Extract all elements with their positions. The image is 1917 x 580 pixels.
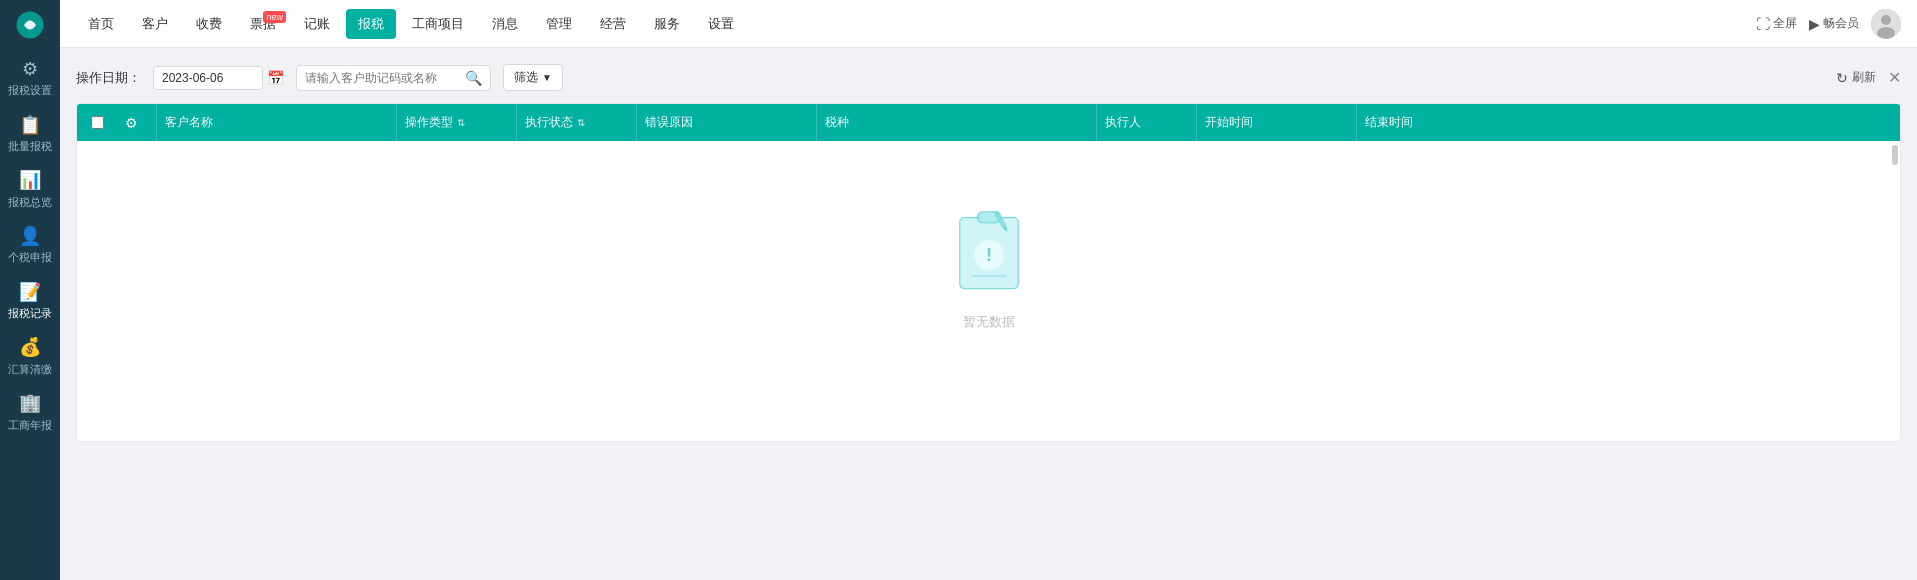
svg-point-2 (1881, 15, 1891, 25)
person-tax-icon: 👤 (19, 225, 41, 248)
topnav-right: ⛶ 全屏 ▶ 畅会员 (1756, 9, 1901, 39)
nav-shoufei[interactable]: 收费 (184, 9, 234, 39)
main-content: 首页 客户 收费 票据 new 记账 报税 工商项目 消息 管理 经营 服务 设… (60, 0, 1917, 580)
sidebar-item-baoshui-shezhi[interactable]: ⚙ 报税设置 (0, 50, 60, 106)
nav-xiaoxi[interactable]: 消息 (480, 9, 530, 39)
topnav: 首页 客户 收费 票据 new 记账 报税 工商项目 消息 管理 经营 服务 设… (60, 0, 1917, 48)
nav-baoshui[interactable]: 报税 (346, 9, 396, 39)
close-button[interactable]: ✕ (1888, 70, 1901, 86)
date-input[interactable] (153, 66, 263, 90)
th-tax-type: 税种 (817, 104, 1097, 141)
search-button[interactable]: 🔍 (457, 66, 490, 90)
chevron-down-icon: ▼ (542, 72, 552, 83)
svg-point-3 (1877, 27, 1895, 39)
select-all-checkbox[interactable] (91, 116, 104, 129)
video-icon: ▶ (1809, 16, 1820, 32)
th-operation-type: 操作类型 ⇅ (397, 104, 517, 141)
settings-icon: ⚙ (22, 58, 38, 81)
annual-report-icon: 🏢 (19, 392, 41, 415)
empty-illustration: ! (939, 201, 1039, 301)
refresh-icon: ↻ (1836, 70, 1848, 86)
overview-icon: 📊 (19, 169, 41, 192)
th-error-reason: 错误原因 (637, 104, 817, 141)
th-settings[interactable]: ⚙ (117, 104, 157, 141)
nav-fuwu[interactable]: 服务 (642, 9, 692, 39)
th-executor: 执行人 (1097, 104, 1197, 141)
member-button[interactable]: ▶ 畅会员 (1809, 15, 1859, 32)
fullscreen-button[interactable]: ⛶ 全屏 (1756, 15, 1797, 32)
th-customer-name: 客户名称 (157, 104, 397, 141)
sort-icon-status: ⇅ (577, 117, 585, 128)
nav-jizhang[interactable]: 记账 (292, 9, 342, 39)
table-body: ! 暂无数据 (77, 141, 1900, 441)
page-body: 操作日期： 📅 🔍 筛选 ▼ ↻ 刷新 ✕ (60, 48, 1917, 580)
sidebar-logo (0, 0, 60, 50)
filter-bar: 操作日期： 📅 🔍 筛选 ▼ ↻ 刷新 ✕ (76, 64, 1901, 91)
refresh-button[interactable]: ↻ 刷新 (1836, 69, 1876, 86)
sidebar-item-baoshui-zonlan[interactable]: 📊 报税总览 (0, 161, 60, 217)
th-checkbox[interactable] (77, 104, 117, 141)
calendar-icon[interactable]: 📅 (267, 70, 284, 86)
content-area: 操作日期： 📅 🔍 筛选 ▼ ↻ 刷新 ✕ (60, 48, 1917, 580)
nav-piaoju[interactable]: 票据 new (238, 9, 288, 39)
search-wrap: 🔍 (296, 65, 491, 91)
search-input[interactable] (297, 67, 457, 89)
nav-jingying[interactable]: 经营 (588, 9, 638, 39)
date-input-wrap: 📅 (153, 66, 284, 90)
nav-gongshang-xiangmu[interactable]: 工商项目 (400, 9, 476, 39)
nav-kehu[interactable]: 客户 (130, 9, 180, 39)
table-container: ⚙ 客户名称 操作类型 ⇅ 执行状态 ⇅ 错误原因 (76, 103, 1901, 442)
th-exec-status: 执行状态 ⇅ (517, 104, 637, 141)
nav-shouye[interactable]: 首页 (76, 9, 126, 39)
sort-icon-operation: ⇅ (457, 117, 465, 128)
nav-guanli[interactable]: 管理 (534, 9, 584, 39)
column-settings-icon[interactable]: ⚙ (125, 115, 138, 131)
sidebar-item-geshuishenba[interactable]: 👤 个税申报 (0, 217, 60, 273)
date-label: 操作日期： (76, 69, 141, 87)
batch-tax-icon: 📋 (19, 114, 41, 137)
empty-text: 暂无数据 (963, 313, 1015, 331)
settlement-icon: 💰 (19, 336, 41, 359)
table-header: ⚙ 客户名称 操作类型 ⇅ 执行状态 ⇅ 错误原因 (77, 104, 1900, 141)
sidebar-item-baoshui-jilu[interactable]: 📝 报税记录 (0, 273, 60, 329)
th-end-time: 结束时间 (1357, 104, 1517, 141)
th-start-time: 开始时间 (1197, 104, 1357, 141)
svg-text:!: ! (985, 244, 991, 265)
scrollbar-vertical[interactable] (1892, 145, 1898, 165)
sidebar: ⚙ 报税设置 📋 批量报税 📊 报税总览 👤 个税申报 📝 报税记录 💰 汇算清… (0, 0, 60, 580)
nav-shezhi[interactable]: 设置 (696, 9, 746, 39)
fullscreen-icon: ⛶ (1756, 16, 1770, 32)
sidebar-item-gongshang-nianbao[interactable]: 🏢 工商年报 (0, 384, 60, 440)
sidebar-item-huisuan-jiaona[interactable]: 💰 汇算清缴 (0, 328, 60, 384)
sidebar-item-piliang-baoshui[interactable]: 📋 批量报税 (0, 106, 60, 162)
user-avatar[interactable] (1871, 9, 1901, 39)
empty-state: ! 暂无数据 (77, 141, 1900, 391)
nav-badge-new: new (263, 11, 286, 24)
nav-items: 首页 客户 收费 票据 new 记账 报税 工商项目 消息 管理 经营 服务 设… (76, 9, 1756, 39)
record-icon: 📝 (19, 281, 41, 304)
filter-button[interactable]: 筛选 ▼ (503, 64, 563, 91)
